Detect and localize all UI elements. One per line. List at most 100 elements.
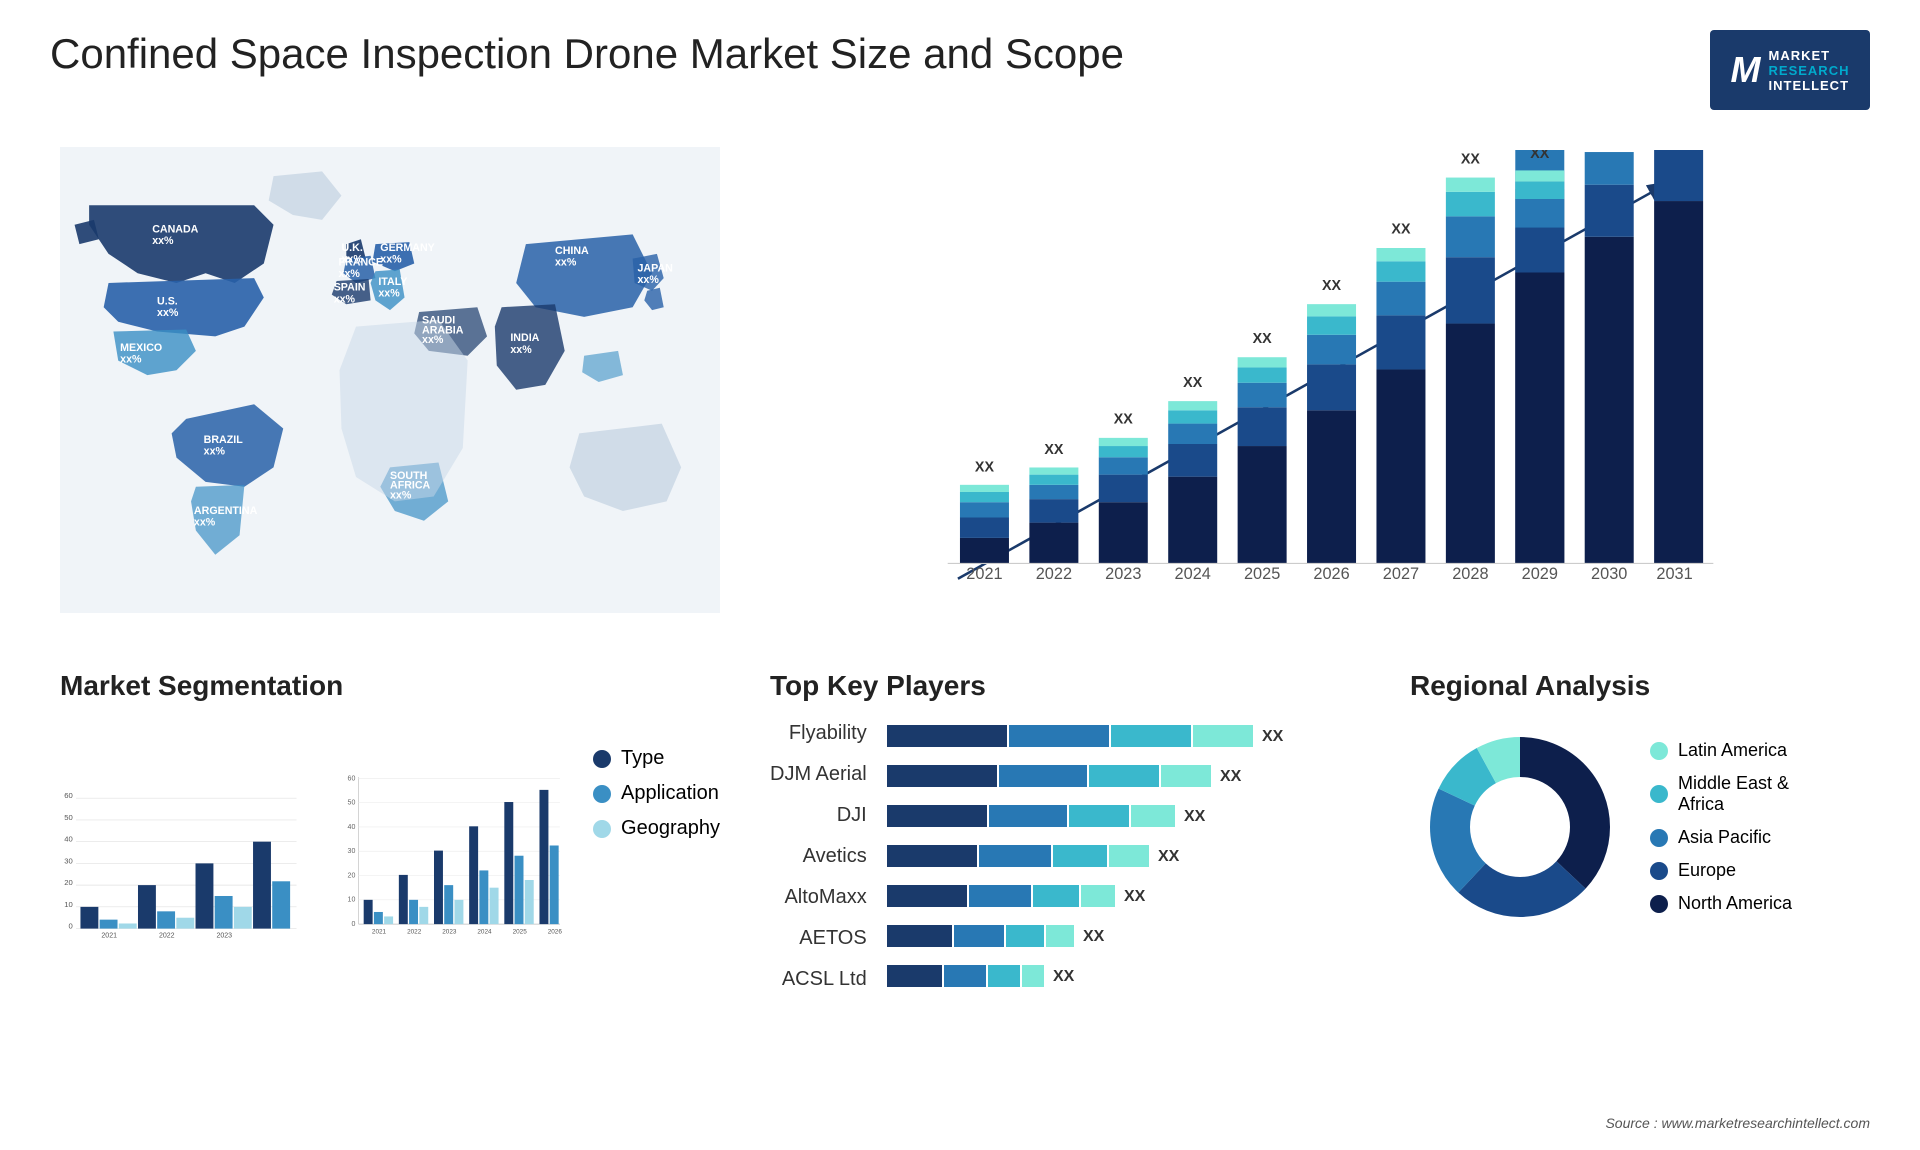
key-players-section: Top Key Players Flyability DJM Aerial DJ…: [740, 660, 1380, 1150]
type-legend-label: Type: [621, 747, 664, 770]
svg-text:60: 60: [64, 791, 73, 800]
north-america-dot: [1650, 895, 1668, 913]
svg-text:2026: 2026: [1313, 565, 1349, 583]
segmentation-section: Market Segmentation 0 10 20 30 40 50 60: [50, 660, 730, 1150]
donut-chart-svg: [1410, 717, 1630, 937]
svg-text:0: 0: [351, 921, 355, 928]
svg-text:XX: XX: [1253, 331, 1273, 347]
svg-text:U.S.: U.S.: [157, 295, 178, 307]
svg-text:XX: XX: [1053, 968, 1075, 985]
svg-text:MEXICO: MEXICO: [120, 342, 162, 354]
player-names-list: Flyability DJM Aerial DJI Avetics AltoMa…: [770, 717, 867, 991]
page-container: Confined Space Inspection Drone Market S…: [0, 0, 1920, 1146]
svg-text:XX: XX: [975, 460, 995, 476]
svg-text:2021: 2021: [101, 933, 117, 940]
player-bars-container: XX XX XX: [887, 717, 1307, 1002]
players-wrapper: Flyability DJM Aerial DJI Avetics AltoMa…: [770, 717, 1350, 1002]
player-flyability: Flyability: [770, 722, 867, 745]
svg-text:2024: 2024: [477, 929, 492, 936]
svg-text:20: 20: [347, 872, 355, 879]
svg-text:XX: XX: [1391, 222, 1411, 238]
svg-text:50: 50: [64, 813, 73, 822]
type-legend-dot: [593, 750, 611, 768]
middle-east-africa-label: Middle East &Africa: [1678, 773, 1789, 815]
page-title: Confined Space Inspection Drone Market S…: [50, 30, 1124, 78]
svg-text:XX: XX: [1083, 928, 1105, 945]
svg-text:2022: 2022: [159, 933, 175, 940]
player-avetics: Avetics: [770, 845, 867, 868]
geography-legend-dot: [593, 820, 611, 838]
svg-text:xx%: xx%: [390, 489, 412, 501]
main-grid: CANADA xx% U.S. xx% MEXICO xx% BRAZIL xx…: [50, 130, 1870, 1150]
donut-wrapper: Latin America Middle East &Africa Asia P…: [1410, 717, 1850, 937]
logo-m-icon: M: [1731, 49, 1761, 91]
svg-text:xx%: xx%: [638, 274, 660, 286]
svg-text:xx%: xx%: [334, 293, 356, 305]
europe-label: Europe: [1678, 860, 1736, 881]
svg-text:2029: 2029: [1522, 565, 1558, 583]
svg-text:30: 30: [64, 856, 73, 865]
svg-text:2031: 2031: [1656, 565, 1692, 583]
latin-america-label: Latin America: [1678, 740, 1787, 761]
svg-text:XX: XX: [1114, 412, 1134, 428]
svg-text:U.K.: U.K.: [341, 242, 362, 254]
svg-text:2022: 2022: [407, 929, 422, 936]
svg-text:xx%: xx%: [157, 307, 179, 319]
application-legend-label: Application: [621, 782, 719, 805]
logo-line3: INTELLECT: [1769, 78, 1850, 93]
svg-text:XX: XX: [1124, 888, 1146, 905]
svg-text:2024: 2024: [1175, 565, 1211, 583]
source-text: Source : www.marketresearchintellect.com: [1605, 1115, 1870, 1131]
logo-box: M MARKET RESEARCH INTELLECT: [1710, 30, 1870, 110]
map-section: CANADA xx% U.S. xx% MEXICO xx% BRAZIL xx…: [50, 130, 730, 650]
bar-chart-svg: XX XX XX: [760, 150, 1850, 640]
legend-europe: Europe: [1650, 860, 1792, 881]
svg-text:xx%: xx%: [339, 268, 361, 280]
svg-text:XX: XX: [1220, 768, 1242, 785]
svg-text:xx%: xx%: [510, 344, 532, 356]
legend-north-america: North America: [1650, 893, 1792, 914]
seg-chart-wrapper: 0 10 20 30 40 50 60: [60, 717, 720, 997]
svg-text:XX: XX: [1322, 278, 1342, 294]
svg-text:SPAIN: SPAIN: [334, 282, 366, 294]
svg-text:40: 40: [64, 835, 73, 844]
svg-text:60: 60: [347, 775, 355, 782]
world-map: CANADA xx% U.S. xx% MEXICO xx% BRAZIL xx…: [60, 140, 720, 620]
segmentation-title: Market Segmentation: [60, 670, 720, 702]
logo-container: M MARKET RESEARCH INTELLECT: [1710, 30, 1870, 110]
svg-text:xx%: xx%: [204, 446, 226, 458]
svg-text:INDIA: INDIA: [510, 332, 539, 344]
svg-text:xx%: xx%: [378, 288, 400, 300]
europe-dot: [1650, 862, 1668, 880]
legend-middle-east-africa: Middle East &Africa: [1650, 773, 1792, 815]
svg-text:xx%: xx%: [380, 254, 402, 266]
svg-text:xx%: xx%: [555, 256, 577, 268]
legend-item-type: Type: [593, 747, 720, 770]
key-players-title: Top Key Players: [770, 670, 1350, 702]
svg-text:2027: 2027: [1383, 565, 1419, 583]
svg-text:2023: 2023: [216, 933, 232, 940]
svg-text:2022: 2022: [1036, 565, 1072, 583]
svg-text:30: 30: [347, 848, 355, 855]
bar-chart-section: XX XX XX: [740, 130, 1870, 650]
svg-text:FRANCE: FRANCE: [339, 256, 383, 268]
svg-text:0: 0: [69, 922, 73, 931]
donut-legend: Latin America Middle East &Africa Asia P…: [1650, 740, 1792, 914]
svg-text:2023: 2023: [442, 929, 457, 936]
svg-text:2021: 2021: [966, 565, 1002, 583]
svg-text:XX: XX: [1530, 150, 1550, 162]
svg-text:2028: 2028: [1452, 565, 1488, 583]
svg-text:10: 10: [64, 900, 73, 909]
legend-latin-america: Latin America: [1650, 740, 1792, 761]
middle-east-africa-dot: [1650, 785, 1668, 803]
player-bars-svg: XX XX XX: [887, 717, 1307, 997]
legend-asia-pacific: Asia Pacific: [1650, 827, 1792, 848]
player-aetos: AETOS: [770, 927, 867, 950]
svg-text:XX: XX: [1158, 848, 1180, 865]
seg-chart-svg: 0 10 20 30 40 50 60: [60, 717, 303, 997]
svg-text:XX: XX: [1184, 808, 1206, 825]
legend-item-geography: Geography: [593, 817, 720, 840]
svg-text:JAPAN: JAPAN: [638, 262, 673, 274]
svg-text:XX: XX: [1183, 375, 1203, 391]
svg-text:ARGENTINA: ARGENTINA: [194, 505, 258, 517]
